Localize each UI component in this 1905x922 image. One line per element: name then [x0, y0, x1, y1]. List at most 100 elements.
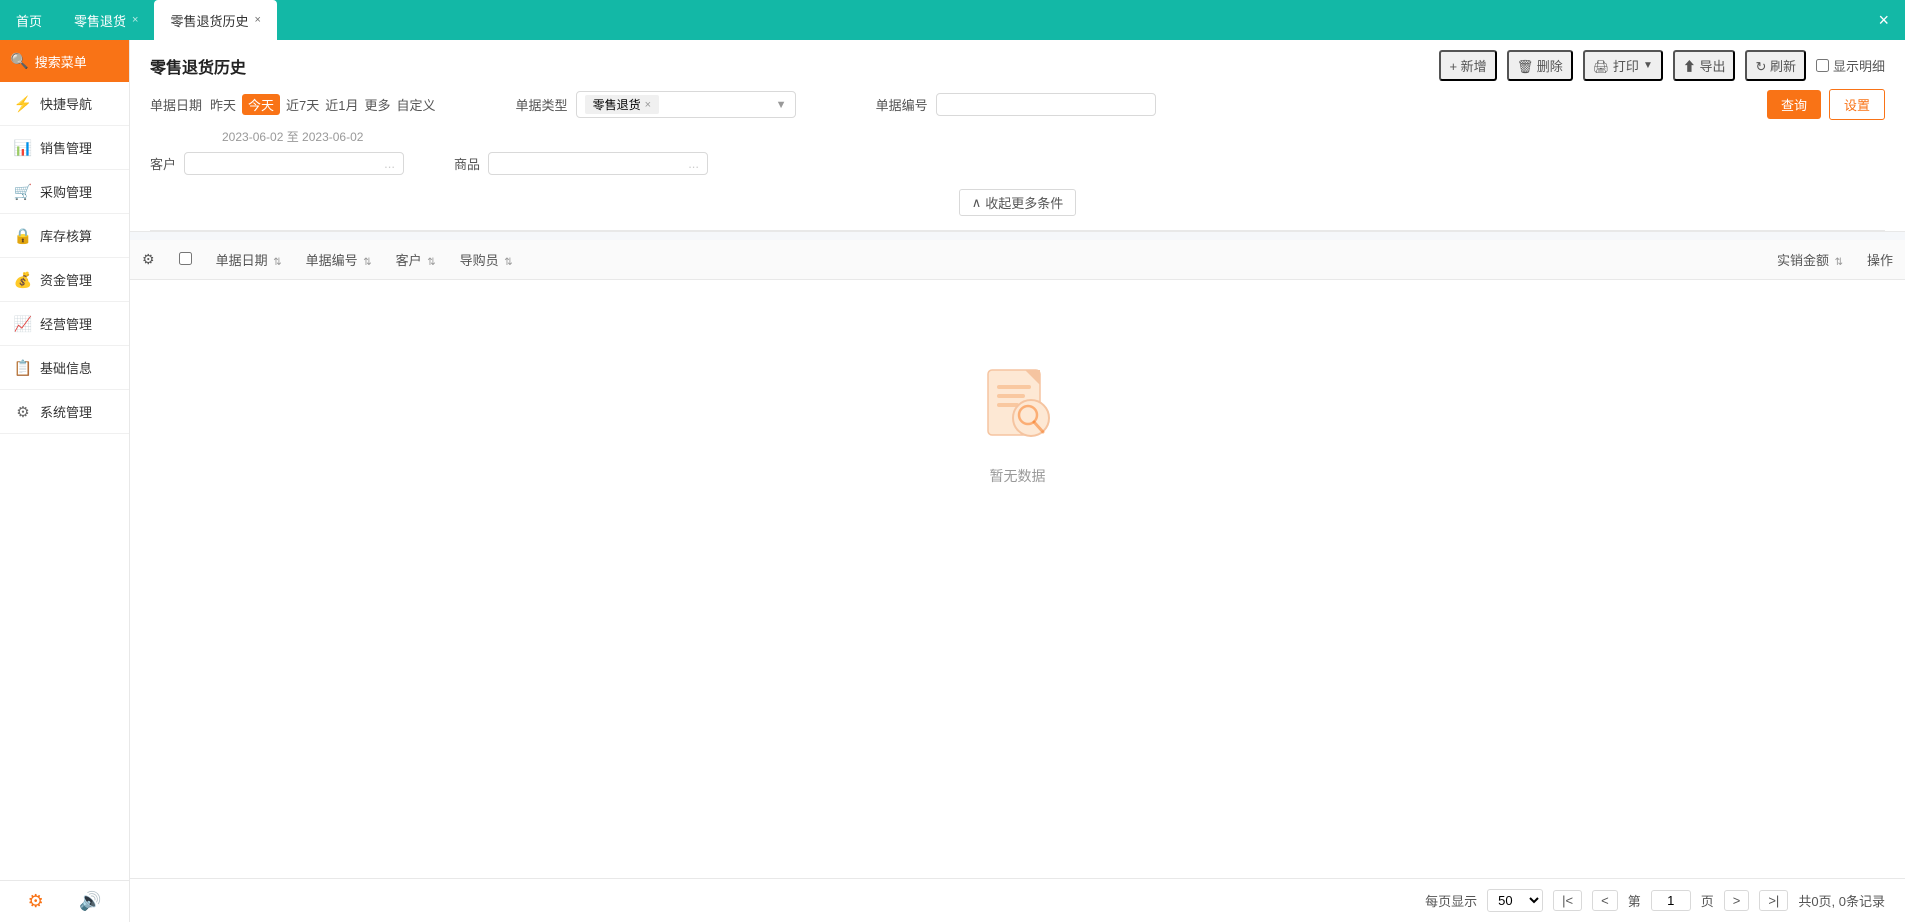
- col-doc-no[interactable]: 单据编号 ⇅: [294, 240, 384, 280]
- data-table: ⚙ 单据日期 ⇅ 单据编号 ⇅: [130, 240, 1905, 566]
- per-page-select[interactable]: 20 50 100: [1487, 889, 1543, 912]
- date-shortcuts: 昨天 今天 近7天 近1月 更多 自定义: [210, 94, 436, 115]
- date-more[interactable]: 更多: [365, 95, 391, 114]
- table-area: ⚙ 单据日期 ⇅ 单据编号 ⇅: [130, 240, 1905, 878]
- tab-home-label: 首页: [16, 11, 42, 30]
- print-label: 🖨 打印: [1593, 56, 1639, 75]
- col-customer[interactable]: 客户 ⇅: [384, 240, 448, 280]
- purchase-icon: 🛒: [14, 183, 32, 201]
- date-yesterday[interactable]: 昨天: [210, 95, 236, 114]
- print-dropdown-icon[interactable]: ▼: [1643, 60, 1653, 71]
- sidebar-item-finance[interactable]: 💰 资金管理: [0, 258, 129, 302]
- sidebar-item-purchase-mgmt-label: 采购管理: [40, 182, 92, 201]
- tab-retail-return-history-label: 零售退货历史: [170, 11, 248, 30]
- show-detail-checkbox[interactable]: [1816, 59, 1829, 72]
- col-amount[interactable]: 实销金额 ⇅: [1765, 240, 1855, 280]
- doc-type-tag-value: 零售退货: [593, 96, 641, 113]
- tab-retail-return-label: 零售退货: [74, 11, 126, 30]
- col-spacer: [525, 240, 1765, 280]
- quick-nav-icon: ⚡: [14, 95, 32, 113]
- filter-area: 单据日期 昨天 今天 近7天 近1月 更多 自定义 单据类型: [150, 89, 1885, 231]
- doc-type-dropdown-icon[interactable]: ▼: [776, 99, 787, 111]
- sidebar-item-purchase-mgmt[interactable]: 🛒 采购管理: [0, 170, 129, 214]
- last-page-button[interactable]: >|: [1759, 890, 1788, 911]
- filter-doc-no: 单据编号: [876, 93, 1156, 116]
- total-label: 共0页, 0条记录: [1798, 891, 1885, 910]
- show-detail-label: 显示明细: [1833, 56, 1885, 75]
- col-doc-no-sort[interactable]: ⇅: [363, 257, 371, 268]
- sidebar-item-operations[interactable]: 📈 经营管理: [0, 302, 129, 346]
- customer-input[interactable]: ...: [184, 152, 404, 175]
- page-unit: 页: [1701, 891, 1714, 910]
- doc-no-input[interactable]: [936, 93, 1156, 116]
- col-customer-label: 客户: [396, 253, 422, 268]
- doc-type-input[interactable]: 零售退货 × ▼: [576, 91, 796, 118]
- table-settings-icon[interactable]: ⚙: [142, 251, 155, 267]
- sidebar: 🔍 搜索菜单 ⚡ 快捷导航 📊 销售管理 🛒 采购管理 🔒 库存核算 💰: [0, 40, 130, 922]
- sidebar-item-sales-mgmt[interactable]: 📊 销售管理: [0, 126, 129, 170]
- window-close-button[interactable]: ×: [1862, 10, 1905, 31]
- inventory-icon: 🔒: [14, 227, 32, 245]
- col-guide-sort[interactable]: ⇅: [504, 257, 512, 268]
- doc-type-tag-close[interactable]: ×: [645, 99, 651, 111]
- print-button[interactable]: 🖨 打印 ▼: [1583, 50, 1663, 81]
- page-header: 零售退货历史 + 新增 🗑 删除 🖨 打印 ▼ ⬆ 导出 ↻ 刷新 显示明细: [130, 40, 1905, 232]
- col-amount-sort[interactable]: ⇅: [1835, 257, 1843, 268]
- date-range-text: 2023-06-02 至 2023-06-02: [222, 130, 363, 144]
- audio-icon[interactable]: 🔊: [79, 891, 101, 912]
- delete-button[interactable]: 🗑 删除: [1507, 50, 1573, 81]
- col-doc-date-label: 单据日期: [216, 253, 268, 268]
- tab-retail-return-history-close[interactable]: ×: [254, 14, 260, 26]
- filter-date: 单据日期 昨天 今天 近7天 近1月 更多 自定义: [150, 94, 436, 115]
- col-checkbox[interactable]: [167, 240, 204, 280]
- sidebar-item-inventory[interactable]: 🔒 库存核算: [0, 214, 129, 258]
- settings-button[interactable]: 设置: [1829, 89, 1885, 120]
- refresh-button[interactable]: ↻ 刷新: [1745, 50, 1806, 81]
- goods-label: 商品: [454, 154, 480, 173]
- query-button[interactable]: 查询: [1767, 90, 1821, 119]
- finance-icon: 💰: [14, 271, 32, 289]
- operations-icon: 📈: [14, 315, 32, 333]
- col-doc-date[interactable]: 单据日期 ⇅: [204, 240, 294, 280]
- col-customer-sort[interactable]: ⇅: [427, 257, 435, 268]
- goods-input[interactable]: ...: [488, 152, 708, 175]
- sidebar-bottom: ⚙ 🔊: [0, 880, 129, 922]
- doc-no-label: 单据编号: [876, 95, 928, 114]
- export-button[interactable]: ⬆ 导出: [1673, 50, 1736, 81]
- next-page-button[interactable]: >: [1724, 890, 1750, 911]
- tab-retail-return-history[interactable]: 零售退货历史 ×: [154, 0, 276, 40]
- tab-retail-return-close[interactable]: ×: [132, 14, 138, 26]
- select-all-checkbox[interactable]: [179, 252, 192, 265]
- sidebar-item-quick-nav[interactable]: ⚡ 快捷导航: [0, 82, 129, 126]
- page-input[interactable]: [1651, 890, 1691, 911]
- new-button[interactable]: + 新增: [1439, 50, 1496, 81]
- empty-text: 暂无数据: [990, 466, 1046, 486]
- prev-page-button[interactable]: <: [1592, 890, 1618, 911]
- empty-state-cell: 暂无数据: [130, 280, 1905, 567]
- settings-bottom-icon[interactable]: ⚙: [28, 891, 44, 912]
- tab-retail-return[interactable]: 零售退货 ×: [58, 0, 154, 40]
- sidebar-search-label: 搜索菜单: [35, 52, 87, 71]
- collapse-label: 收起更多条件: [985, 193, 1063, 212]
- date-last7[interactable]: 近7天: [286, 95, 319, 114]
- col-settings[interactable]: ⚙: [130, 240, 167, 280]
- sidebar-item-system-mgmt[interactable]: ⚙ 系统管理: [0, 390, 129, 434]
- date-last1m[interactable]: 近1月: [325, 95, 358, 114]
- date-custom[interactable]: 自定义: [397, 95, 436, 114]
- tab-home[interactable]: 首页: [0, 0, 58, 40]
- filter-customer: 客户 ...: [150, 152, 404, 175]
- collapse-button[interactable]: ∧ 收起更多条件: [959, 189, 1077, 216]
- sidebar-item-sales-mgmt-label: 销售管理: [40, 138, 92, 157]
- filter-row-2: 客户 ... 商品 ...: [150, 152, 1885, 175]
- col-guide[interactable]: 导购员 ⇅: [448, 240, 525, 280]
- first-page-button[interactable]: |<: [1553, 890, 1582, 911]
- sidebar-item-base-info[interactable]: 📋 基础信息: [0, 346, 129, 390]
- page-title-row: 零售退货历史 + 新增 🗑 删除 🖨 打印 ▼ ⬆ 导出 ↻ 刷新 显示明细: [150, 50, 1885, 89]
- show-detail-checkbox-label[interactable]: 显示明细: [1816, 56, 1885, 75]
- content-area: 零售退货历史 + 新增 🗑 删除 🖨 打印 ▼ ⬆ 导出 ↻ 刷新 显示明细: [130, 40, 1905, 922]
- main-layout: 🔍 搜索菜单 ⚡ 快捷导航 📊 销售管理 🛒 采购管理 🔒 库存核算 💰: [0, 40, 1905, 922]
- sidebar-item-system-mgmt-label: 系统管理: [40, 402, 92, 421]
- col-doc-date-sort[interactable]: ⇅: [273, 257, 281, 268]
- date-today[interactable]: 今天: [242, 94, 280, 115]
- sidebar-search[interactable]: 🔍 搜索菜单: [0, 40, 129, 82]
